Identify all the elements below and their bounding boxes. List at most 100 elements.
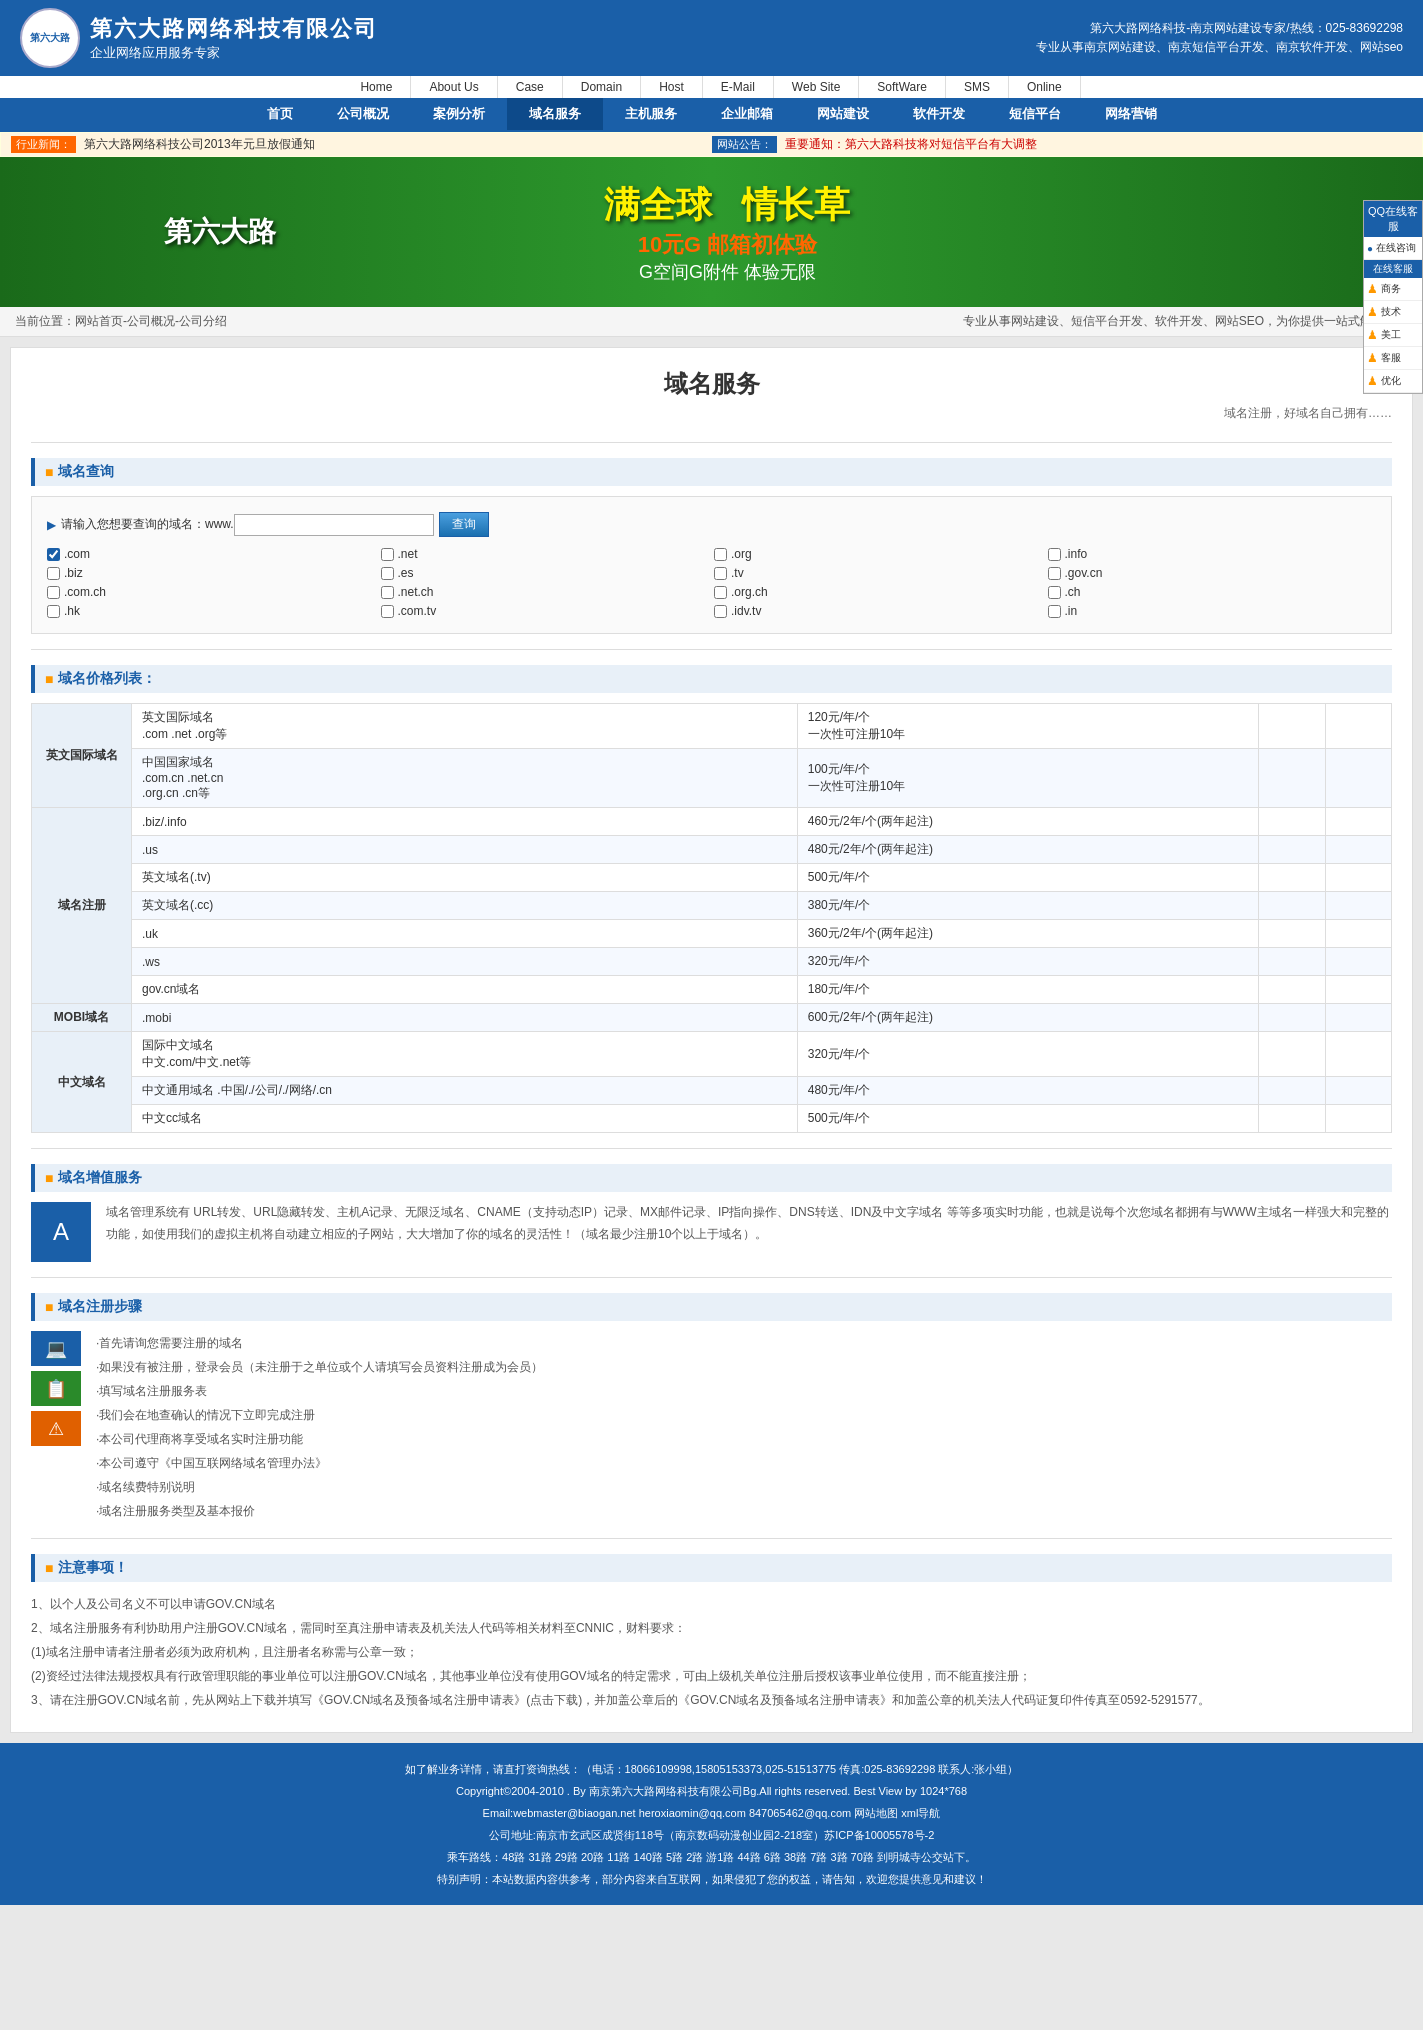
label-info: .info [1065, 547, 1088, 561]
price-reg-2-extra1 [1259, 836, 1325, 864]
checkbox-hk[interactable] [47, 605, 60, 618]
qq-optimize[interactable]: ♟ 优化 [1364, 370, 1422, 393]
domain-query-button[interactable]: 查询 [439, 512, 489, 537]
qq-service[interactable]: ♟ 客服 [1364, 347, 1422, 370]
domain-type-comtv: .com.tv [381, 604, 710, 618]
domain-types-grid: .com .net .org .info .biz .es [47, 547, 1376, 618]
checkbox-org[interactable] [714, 548, 727, 561]
company-name: 第六大路网络科技有限公司 [90, 14, 378, 44]
nav-webbuilder[interactable]: 网站建设 [795, 98, 891, 130]
checkbox-info[interactable] [1048, 548, 1061, 561]
table-row: 中国国家域名.com.cn .net.cn.org.cn .cn等 100元/年… [32, 749, 1392, 808]
table-row: 英文国际域名 英文国际域名.com .net .org等 120元/年/个一次性… [32, 704, 1392, 749]
step-4: ·我们会在地查确认的情况下立即完成注册 [96, 1403, 543, 1427]
checkbox-ch[interactable] [1048, 586, 1061, 599]
nav-case[interactable]: 案例分析 [411, 98, 507, 130]
nav-top-online[interactable]: Online [1009, 76, 1081, 98]
notes-section-header: ■ 注意事项！ [31, 1554, 1392, 1582]
ticker-bar: 行业新闻： 第六大路网络科技公司2013年元旦放假通知 网站公告： 重要通知：第… [0, 132, 1423, 157]
page-content: 域名服务 域名注册，好域名自己拥有…… ■ 域名查询 ▶ 请输入您想要查询的域名… [10, 347, 1413, 1733]
table-row: 中文通用域名 .中国/./公司/./网络/.cn 480元/年/个 [32, 1077, 1392, 1105]
label-idvtv: .idv.tv [731, 604, 761, 618]
step-2: ·如果没有被注册，登录会员（未注册于之单位或个人请填写会员资料注册成为会员） [96, 1355, 543, 1379]
section-icon-1: ■ [45, 464, 53, 480]
checkbox-es[interactable] [381, 567, 394, 580]
qq-tech[interactable]: ♟ 技术 [1364, 301, 1422, 324]
domain-type-idvtv: .idv.tv [714, 604, 1043, 618]
nav-about[interactable]: 公司概况 [315, 98, 411, 130]
domain-type-tv: .tv [714, 566, 1043, 580]
nav-mail[interactable]: 企业邮箱 [699, 98, 795, 130]
price-mobi-name: .mobi [132, 1004, 798, 1032]
nav-top-sms[interactable]: SMS [946, 76, 1009, 98]
price-cn-3-extra1 [1259, 1105, 1325, 1133]
section-icon-5: ■ [45, 1560, 53, 1576]
nav-top-case[interactable]: Case [498, 76, 563, 98]
qq-design-label: 美工 [1381, 328, 1401, 342]
section-icon-2: ■ [45, 671, 53, 687]
nav-software[interactable]: 软件开发 [891, 98, 987, 130]
category-chinese: 中文域名 [32, 1032, 132, 1133]
nav-top-host[interactable]: Host [641, 76, 703, 98]
qq-business[interactable]: ♟ 商务 [1364, 278, 1422, 301]
price-intl-1-extra1 [1259, 704, 1325, 749]
domain-type-govcn: .gov.cn [1048, 566, 1377, 580]
price-reg-7-extra1 [1259, 976, 1325, 1004]
checkbox-com[interactable] [47, 548, 60, 561]
domain-type-ch: .ch [1048, 585, 1377, 599]
checkbox-comtv[interactable] [381, 605, 394, 618]
label-govcn: .gov.cn [1065, 566, 1103, 580]
checkbox-biz[interactable] [47, 567, 60, 580]
section-icon-3: ■ [45, 1170, 53, 1186]
price-section-title: 域名价格列表： [58, 670, 156, 688]
checkbox-govcn[interactable] [1048, 567, 1061, 580]
value-section-header: ■ 域名增值服务 [31, 1164, 1392, 1192]
nav-marketing[interactable]: 网络营销 [1083, 98, 1179, 130]
domain-type-org: .org [714, 547, 1043, 561]
nav-top-email[interactable]: E-Mail [703, 76, 774, 98]
category-registration: 域名注册 [32, 808, 132, 1004]
qq-design[interactable]: ♟ 美工 [1364, 324, 1422, 347]
step-icon-char-3: ⚠ [48, 1418, 64, 1440]
nav-domain[interactable]: 域名服务 [507, 98, 603, 130]
qq-online-service: 在线客服 [1364, 260, 1422, 278]
nav-top-domain[interactable]: Domain [563, 76, 641, 98]
qq-sidebar-header: QQ在线客服 [1364, 201, 1422, 237]
value-icon-char: A [53, 1218, 69, 1246]
checkbox-tv[interactable] [714, 567, 727, 580]
header-top: 第六大路 第六大路网络科技有限公司 企业网络应用服务专家 第六大路网络科技-南京… [0, 0, 1423, 76]
nav-top-website[interactable]: Web Site [774, 76, 859, 98]
checkbox-comch[interactable] [47, 586, 60, 599]
price-cn-2-extra1 [1259, 1077, 1325, 1105]
header-contact: 第六大路网络科技-南京网站建设专家/热线：025-83692298 专业从事南京… [1036, 19, 1403, 57]
nav-top-software[interactable]: SoftWare [859, 76, 946, 98]
price-cn-2-name: 中文通用域名 .中国/./公司/./网络/.cn [132, 1077, 798, 1105]
qq-business-label: 商务 [1381, 282, 1401, 296]
divider-5 [31, 1538, 1392, 1539]
query-prefix: 请输入您想要查询的域名：www. [61, 516, 234, 533]
nav-top-about[interactable]: About Us [411, 76, 497, 98]
value-icon: A [31, 1202, 91, 1262]
checkbox-orgch[interactable] [714, 586, 727, 599]
checkbox-idvtv[interactable] [714, 605, 727, 618]
ticker-news-label: 行业新闻： [11, 136, 76, 153]
price-intl-2-extra2 [1325, 749, 1391, 808]
qq-online-consult[interactable]: ● 在线咨询 [1364, 237, 1422, 260]
nav-top-home[interactable]: Home [342, 76, 411, 98]
nav-host[interactable]: 主机服务 [603, 98, 699, 130]
ticker-news-text: 第六大路网络科技公司2013年元旦放假通知 [84, 136, 315, 153]
table-row: .ws 320元/年/个 [32, 948, 1392, 976]
checkbox-netch[interactable] [381, 586, 394, 599]
page-subtitle: 域名注册，好域名自己拥有…… [31, 405, 1392, 422]
price-cn-1-extra1 [1259, 1032, 1325, 1077]
domain-query-input[interactable] [234, 514, 434, 536]
banner-third-text: G空间G附件 体验无限 [604, 260, 850, 284]
checkbox-in[interactable] [1048, 605, 1061, 618]
price-mobi-price: 600元/2年/个(两年起注) [797, 1004, 1259, 1032]
price-reg-1-extra2 [1325, 808, 1391, 836]
nav-home[interactable]: 首页 [245, 98, 315, 130]
nav-sms[interactable]: 短信平台 [987, 98, 1083, 130]
checkbox-net[interactable] [381, 548, 394, 561]
query-row: ▶ 请输入您想要查询的域名：www. 查询 [47, 512, 1376, 537]
price-reg-1-name: .biz/.info [132, 808, 798, 836]
